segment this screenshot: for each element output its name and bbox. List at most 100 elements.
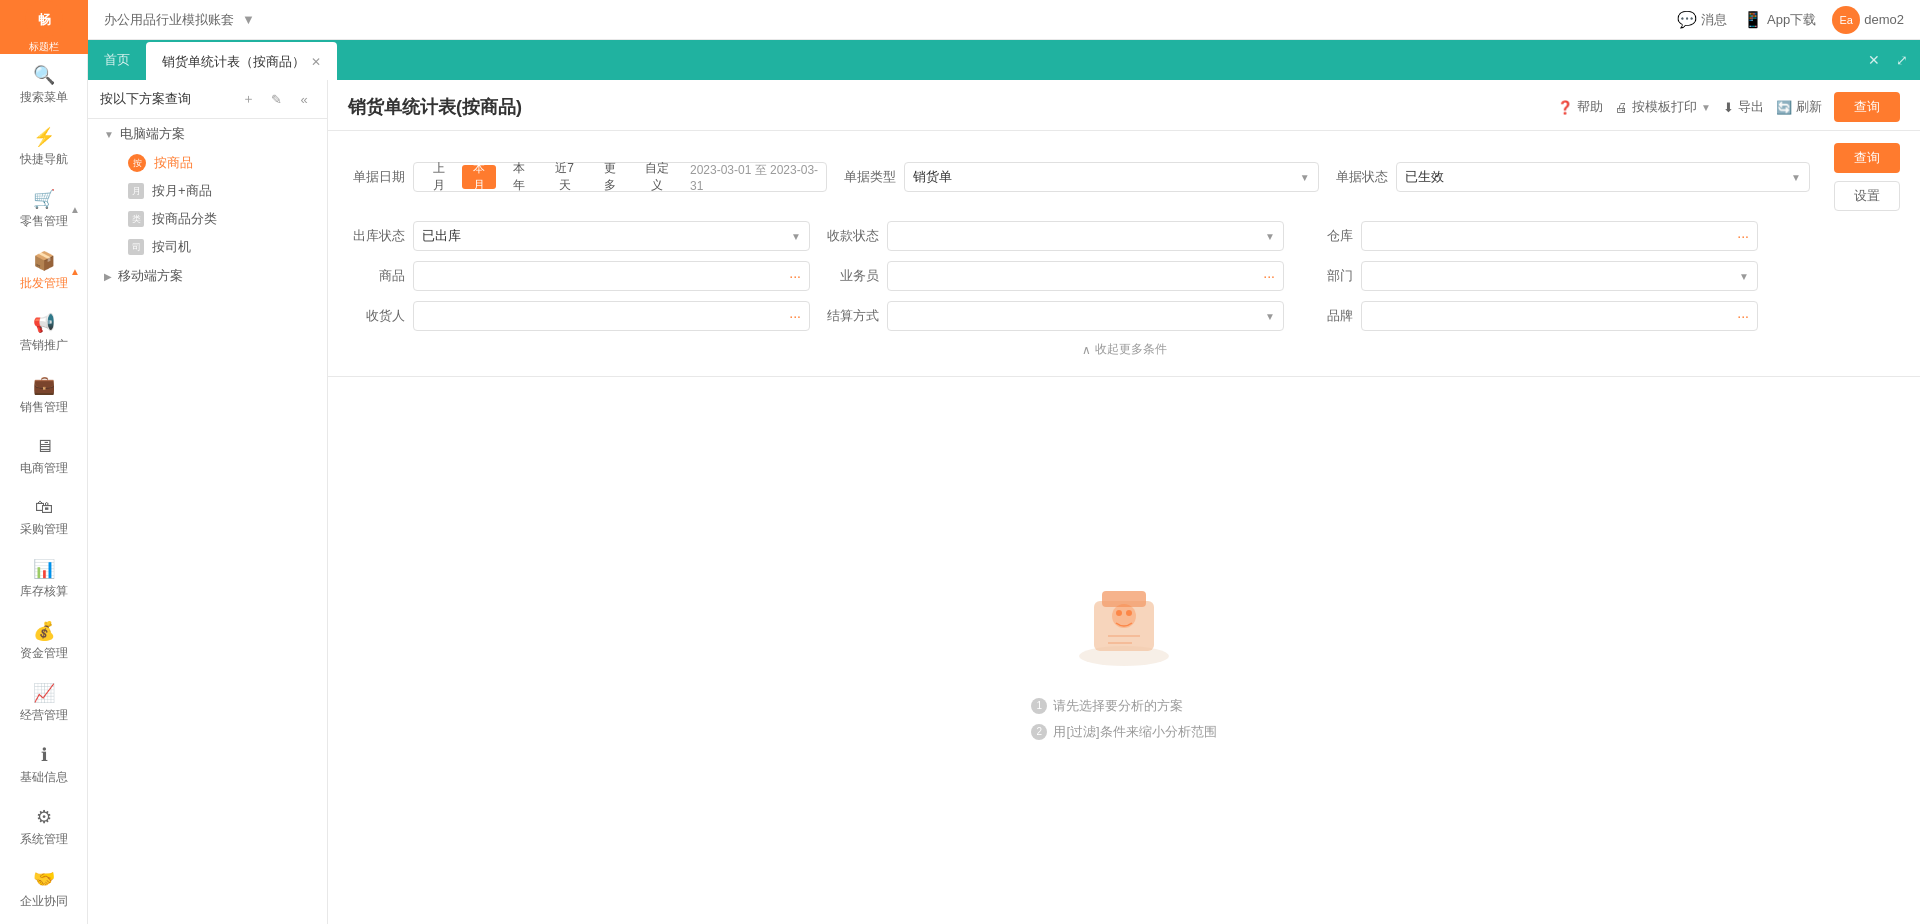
query-button[interactable]: 查询 xyxy=(1834,92,1900,122)
filter-payment-section: 结算方式 ▼ xyxy=(822,301,1284,331)
sidebar-item-label: 企业协同 xyxy=(20,893,68,910)
brand-input[interactable]: ··· xyxy=(1361,301,1758,331)
sidebar-item-sales-mgmt[interactable]: 💼 销售管理 xyxy=(0,364,88,426)
inventory-icon: 📊 xyxy=(33,558,55,580)
date-btn-more[interactable]: 更多 xyxy=(591,165,629,189)
salesperson-label: 业务员 xyxy=(822,267,887,285)
add-scheme-btn[interactable]: ＋ xyxy=(237,88,259,110)
doc-type-input[interactable]: 销货单 ▼ xyxy=(904,162,1318,192)
quick-nav-icon: ⚡ xyxy=(33,126,55,148)
doc-status-input[interactable]: 已生效 ▼ xyxy=(1396,162,1810,192)
query-btn-2[interactable]: 查询 xyxy=(1834,143,1900,173)
sidebar: 畅 标题栏 🔍 搜索菜单 ⚡ 快捷导航 🛒 零售管理 ▲ 📦 批发管理 ▲ 📢 … xyxy=(0,0,88,924)
filter-department-section: 部门 ▼ xyxy=(1296,261,1758,291)
logo[interactable]: 畅 标题栏 xyxy=(0,0,88,54)
goods-input[interactable]: ··· xyxy=(413,261,810,291)
sidebar-item-inventory[interactable]: 📊 库存核算 xyxy=(0,548,88,610)
sidebar-item-basic-info[interactable]: ℹ 基础信息 xyxy=(0,734,88,796)
page-header: 销货单统计表(按商品) ❓ 帮助 🖨 按模板打印 ▼ ⬇ 导出 xyxy=(328,80,1920,131)
sidebar-item-operations[interactable]: 📈 经营管理 xyxy=(0,672,88,734)
settings-btn[interactable]: 设置 xyxy=(1834,181,1900,211)
filter-consignee-section: 收货人 ··· xyxy=(348,301,810,331)
consignee-input[interactable]: ··· xyxy=(413,301,810,331)
help-btn[interactable]: ❓ 帮助 xyxy=(1557,98,1603,116)
print-label: 按模板打印 xyxy=(1632,98,1697,116)
app-download-btn[interactable]: 📱 App下载 xyxy=(1743,10,1816,29)
refresh-label: 刷新 xyxy=(1796,98,1822,116)
export-btn[interactable]: ⬇ 导出 xyxy=(1723,98,1764,116)
brand-more-icon[interactable]: ··· xyxy=(1737,308,1749,324)
tree-child-by-cashier[interactable]: 司 按司机 xyxy=(88,233,327,261)
tree-child-by-goods[interactable]: 按 按商品 xyxy=(88,149,327,177)
collapse-label: 收起更多条件 xyxy=(1095,341,1167,358)
collapse-filter-btn[interactable]: ∧ 收起更多条件 xyxy=(348,335,1900,364)
department-input[interactable]: ▼ xyxy=(1361,261,1758,291)
date-filter-field[interactable]: 上月 本月 本年 近7天 更多 自定义 2023-03-01 至 2023-03… xyxy=(413,162,827,192)
payment-caret-icon: ▼ xyxy=(1265,311,1275,322)
user-menu[interactable]: Ea demo2 xyxy=(1832,6,1904,34)
salesperson-input[interactable]: ··· xyxy=(887,261,1284,291)
print-btn[interactable]: 🖨 按模板打印 ▼ xyxy=(1615,98,1711,116)
warehouse-more-icon[interactable]: ··· xyxy=(1737,228,1749,244)
empty-tip-1: 1 请先选择要分析的方案 xyxy=(1031,697,1216,715)
window-close-btn[interactable]: ✕ xyxy=(1864,50,1884,70)
goods-more-icon[interactable]: ··· xyxy=(789,268,801,284)
date-btn-custom[interactable]: 自定义 xyxy=(633,165,682,189)
topbar-left: 办公用品行业模拟账套 ▼ xyxy=(104,11,255,29)
sidebar-item-marketing[interactable]: 📢 营销推广 xyxy=(0,302,88,364)
filter-receipt-status-section: 收款状态 ▼ xyxy=(822,221,1284,251)
by-month-goods-icon: 月 xyxy=(128,183,144,199)
receipt-status-input[interactable]: ▼ xyxy=(887,221,1284,251)
tree-child-by-month-goods[interactable]: 月 按月+商品 xyxy=(88,177,327,205)
tab-sales-stat[interactable]: 销货单统计表（按商品） ✕ xyxy=(146,42,337,82)
filter-row-4: 收货人 ··· 结算方式 ▼ 品牌 xyxy=(348,301,1900,331)
data-area: 1 请先选择要分析的方案 2 用[过滤]条件来缩小分析范围 xyxy=(328,377,1920,924)
refresh-btn[interactable]: 🔄 刷新 xyxy=(1776,98,1822,116)
sidebar-item-quick-nav[interactable]: ⚡ 快捷导航 xyxy=(0,116,88,178)
consignee-more-icon[interactable]: ··· xyxy=(789,308,801,324)
app-download-icon: 📱 xyxy=(1743,10,1763,29)
sidebar-item-enterprise[interactable]: 🤝 企业协同 xyxy=(0,858,88,920)
sidebar-item-search[interactable]: 🔍 搜索菜单 xyxy=(0,54,88,116)
tab-sales-stat-label: 销货单统计表（按商品） xyxy=(162,53,305,71)
enterprise-icon: 🤝 xyxy=(33,868,55,890)
date-btn-this-year[interactable]: 本年 xyxy=(500,165,538,189)
out-status-input[interactable]: 已出库 ▼ xyxy=(413,221,810,251)
message-btn[interactable]: 💬 消息 xyxy=(1677,10,1727,29)
collapse-up-icon: ∧ xyxy=(1082,343,1091,357)
sidebar-item-retail[interactable]: 🛒 零售管理 ▲ xyxy=(0,178,88,240)
main-wrap: 办公用品行业模拟账套 ▼ 💬 消息 📱 App下载 Ea demo2 首页 xyxy=(88,0,1920,924)
date-btn-this-month[interactable]: 本月 xyxy=(462,165,496,189)
sidebar-item-ecommerce[interactable]: 🖥 电商管理 xyxy=(0,426,88,487)
out-status-value: 已出库 xyxy=(422,227,461,245)
filter-row-3: 商品 ··· 业务员 ··· 部门 xyxy=(348,261,1900,291)
date-btn-last-month[interactable]: 上月 xyxy=(420,165,458,189)
tip-2-num: 2 xyxy=(1031,724,1047,740)
tree-node-pc[interactable]: ▼ 电脑端方案 xyxy=(88,119,327,149)
salesperson-more-icon[interactable]: ··· xyxy=(1263,268,1275,284)
sidebar-item-finance[interactable]: 💰 资金管理 xyxy=(0,610,88,672)
collapse-panel-btn[interactable]: « xyxy=(293,88,315,110)
tree-node-mobile[interactable]: ▶ 移动端方案 xyxy=(88,261,327,291)
tree-child-by-goods-cat[interactable]: 类 按商品分类 xyxy=(88,205,327,233)
edit-scheme-btn[interactable]: ✎ xyxy=(265,88,287,110)
sidebar-item-purchase[interactable]: 🛍 采购管理 xyxy=(0,487,88,548)
window-expand-btn[interactable]: ⤢ xyxy=(1892,50,1912,70)
sidebar-item-system[interactable]: ⚙ 系统管理 xyxy=(0,796,88,858)
pc-expand-arrow: ▼ xyxy=(104,129,114,140)
sidebar-item-wholesale[interactable]: 📦 批发管理 ▲ xyxy=(0,240,88,302)
brand-label: 品牌 xyxy=(1296,307,1361,325)
empty-tips: 1 请先选择要分析的方案 2 用[过滤]条件来缩小分析范围 xyxy=(1031,697,1216,741)
sidebar-item-label: 库存核算 xyxy=(20,583,68,600)
dropdown-icon[interactable]: ▼ xyxy=(242,12,255,27)
export-icon: ⬇ xyxy=(1723,100,1734,115)
sidebar-item-label: 系统管理 xyxy=(20,831,68,848)
tab-close-btn[interactable]: ✕ xyxy=(311,55,321,69)
svg-point-6 xyxy=(1116,610,1122,616)
tab-home[interactable]: 首页 xyxy=(88,40,146,80)
date-range-display: 2023-03-01 至 2023-03-31 xyxy=(690,162,820,193)
warehouse-input[interactable]: ··· xyxy=(1361,221,1758,251)
payment-input[interactable]: ▼ xyxy=(887,301,1284,331)
date-btn-7days[interactable]: 近7天 xyxy=(542,165,586,189)
sidebar-item-newbie[interactable]: 🎓 新手引导 xyxy=(0,920,88,924)
